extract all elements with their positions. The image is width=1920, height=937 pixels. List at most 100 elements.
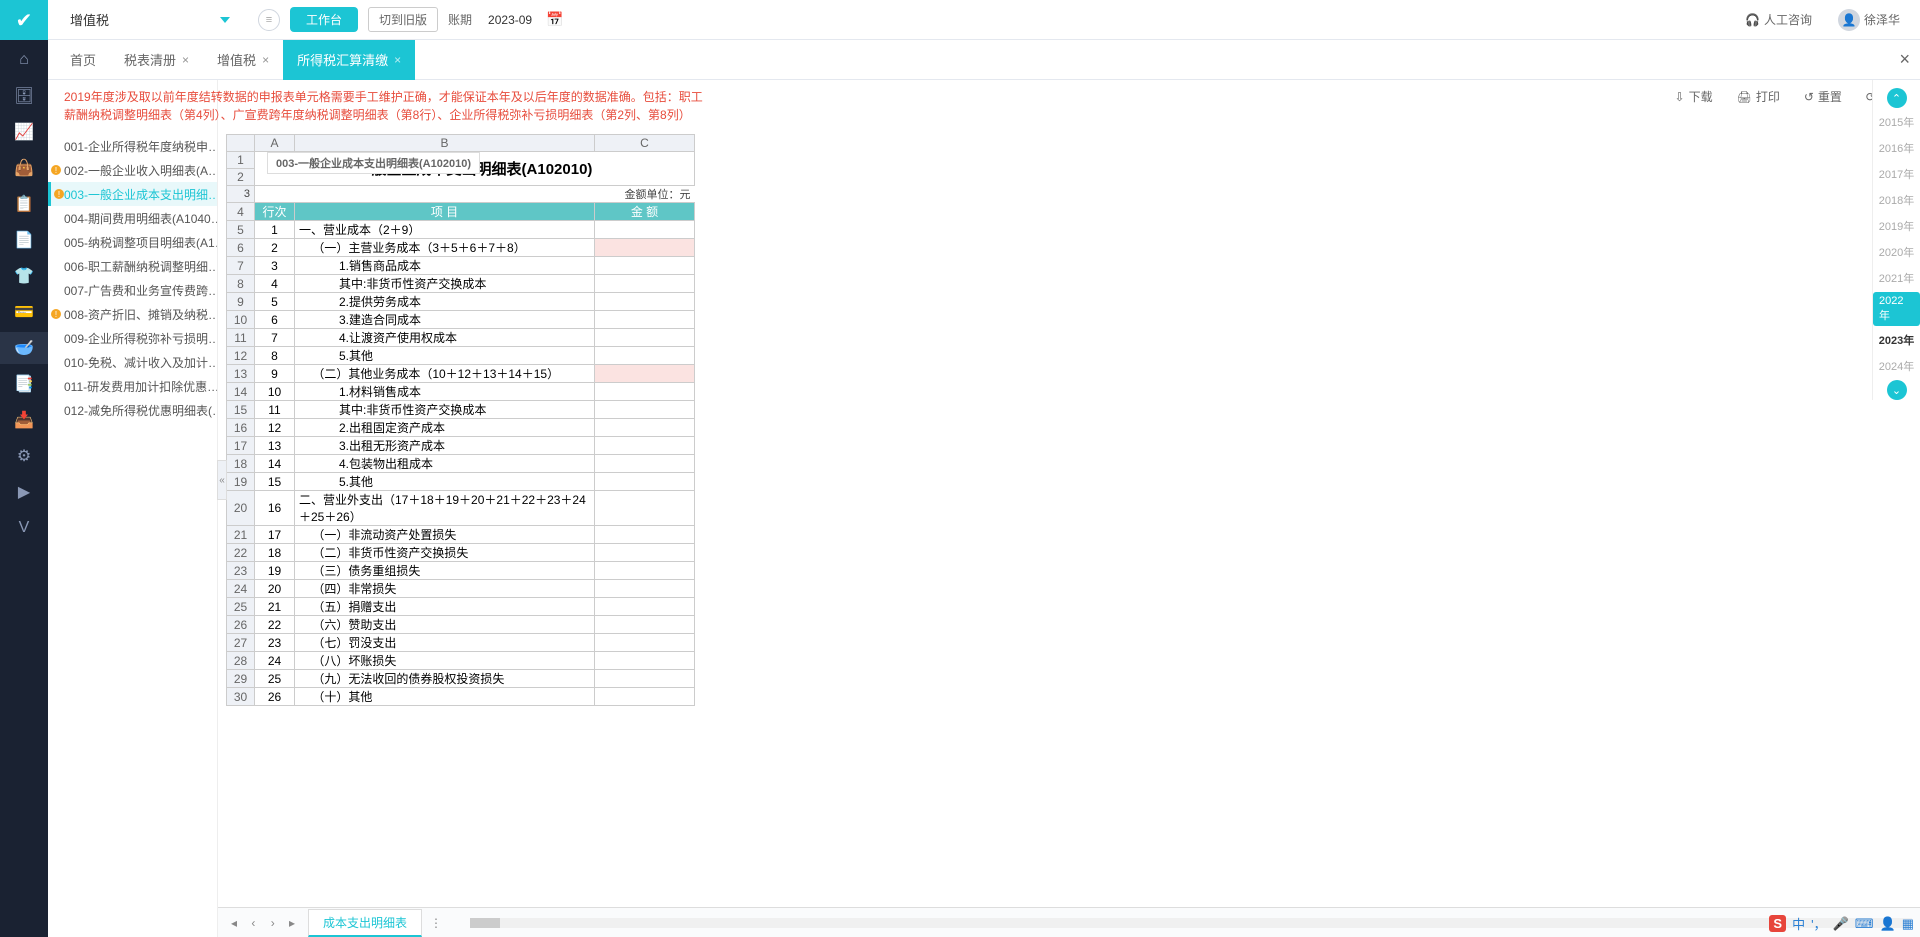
cell-amount[interactable] bbox=[595, 257, 695, 275]
row-number[interactable]: 16 bbox=[227, 419, 255, 437]
row-number[interactable]: 14 bbox=[227, 383, 255, 401]
form-list-item[interactable]: 006-职工薪酬纳税调整明细… bbox=[48, 254, 217, 278]
cell-item[interactable]: （三）债务重组损失 bbox=[295, 562, 595, 580]
support-link[interactable]: 🎧 人工咨询 bbox=[1737, 11, 1820, 28]
nav-bag-icon[interactable]: 👜 bbox=[0, 152, 48, 184]
cell-amount[interactable] bbox=[595, 275, 695, 293]
cell-line-no[interactable]: 3 bbox=[255, 257, 295, 275]
close-all-icon[interactable]: × bbox=[1899, 49, 1910, 70]
sheet-nav-next-icon[interactable]: › bbox=[265, 916, 281, 930]
year-option[interactable]: 2023年 bbox=[1879, 328, 1914, 352]
cell-item[interactable]: （十）其他 bbox=[295, 688, 595, 706]
cell-line-no[interactable]: 16 bbox=[255, 491, 295, 526]
ime-logo-icon[interactable]: S bbox=[1769, 915, 1786, 932]
cell-item[interactable]: （六）赞助支出 bbox=[295, 616, 595, 634]
nav-v-icon[interactable]: V bbox=[0, 512, 48, 544]
cell-line-no[interactable]: 12 bbox=[255, 419, 295, 437]
cell-line-no[interactable]: 6 bbox=[255, 311, 295, 329]
cell-item[interactable]: 二、营业外支出（17＋18＋19＋20＋21＋22＋23＋24＋25＋26） bbox=[295, 491, 595, 526]
cell-item[interactable]: （七）罚没支出 bbox=[295, 634, 595, 652]
cell-amount[interactable] bbox=[595, 634, 695, 652]
row-number[interactable]: 20 bbox=[227, 491, 255, 526]
cell-item[interactable]: 3.出租无形资产成本 bbox=[295, 437, 595, 455]
cell-line-no[interactable]: 15 bbox=[255, 473, 295, 491]
cell-amount[interactable] bbox=[595, 437, 695, 455]
tab-首页[interactable]: 首页 bbox=[56, 40, 110, 80]
cell-line-no[interactable]: 8 bbox=[255, 347, 295, 365]
row-number[interactable]: 24 bbox=[227, 580, 255, 598]
cell-line-no[interactable]: 2 bbox=[255, 239, 295, 257]
cell-line-no[interactable]: 26 bbox=[255, 688, 295, 706]
collapse-handle[interactable]: « bbox=[217, 460, 227, 500]
year-option[interactable]: 2017年 bbox=[1879, 162, 1914, 186]
row-number[interactable]: 13 bbox=[227, 365, 255, 383]
tab-所得税汇算清缴[interactable]: 所得税汇算清缴× bbox=[283, 40, 415, 80]
cell-item[interactable]: 5.其他 bbox=[295, 473, 595, 491]
cell-amount[interactable] bbox=[595, 491, 695, 526]
cell-amount[interactable] bbox=[595, 598, 695, 616]
nav-chart-icon[interactable]: 📈 bbox=[0, 116, 48, 148]
horizontal-scrollbar[interactable] bbox=[470, 918, 1912, 928]
cell-line-no[interactable]: 20 bbox=[255, 580, 295, 598]
row-number[interactable]: 17 bbox=[227, 437, 255, 455]
sheet-nav-first-icon[interactable]: ◂ bbox=[226, 916, 242, 930]
cell-line-no[interactable]: 10 bbox=[255, 383, 295, 401]
row-number[interactable]: 28 bbox=[227, 652, 255, 670]
ime-grid-icon[interactable]: ▦ bbox=[1902, 916, 1914, 932]
cell-amount[interactable] bbox=[595, 670, 695, 688]
cell-amount[interactable] bbox=[595, 580, 695, 598]
year-option[interactable]: 2018年 bbox=[1879, 188, 1914, 212]
row-number[interactable]: 26 bbox=[227, 616, 255, 634]
ime-person-icon[interactable]: 👤 bbox=[1880, 916, 1896, 932]
form-list-item[interactable]: 009-企业所得税弥补亏损明… bbox=[48, 326, 217, 350]
cell-item[interactable]: （八）坏账损失 bbox=[295, 652, 595, 670]
nav-gear-icon[interactable]: ⚙ bbox=[0, 440, 48, 472]
cell-amount[interactable] bbox=[595, 293, 695, 311]
year-option[interactable]: 2022年 bbox=[1873, 292, 1920, 326]
form-list-item[interactable]: 003-一般企业成本支出明细… bbox=[48, 182, 217, 206]
sheet-tab-active[interactable]: 成本支出明细表 bbox=[308, 909, 422, 937]
cell-line-no[interactable]: 18 bbox=[255, 544, 295, 562]
cell-item[interactable]: 4.包装物出租成本 bbox=[295, 455, 595, 473]
nav-clipboard-icon[interactable]: 📋 bbox=[0, 188, 48, 220]
cell-amount[interactable] bbox=[595, 383, 695, 401]
cell-amount[interactable] bbox=[595, 365, 695, 383]
ime-keyboard-icon[interactable]: ⌨ bbox=[1855, 916, 1874, 932]
cell-item[interactable]: （一）非流动资产处置损失 bbox=[295, 526, 595, 544]
sheet-nav-prev-icon[interactable]: ‹ bbox=[245, 916, 261, 930]
cell-item[interactable]: 其中:非货币性资产交换成本 bbox=[295, 401, 595, 419]
nav-doc-icon[interactable]: 📄 bbox=[0, 224, 48, 256]
form-list-item[interactable]: 008-资产折旧、摊销及纳税… bbox=[48, 302, 217, 326]
cell-amount[interactable] bbox=[595, 401, 695, 419]
cell-item[interactable]: （五）捐赠支出 bbox=[295, 598, 595, 616]
cell-item[interactable]: 1.材料销售成本 bbox=[295, 383, 595, 401]
cell-amount[interactable] bbox=[595, 329, 695, 347]
nav-card-icon[interactable]: 💳 bbox=[0, 296, 48, 328]
row-number[interactable]: 12 bbox=[227, 347, 255, 365]
year-down-icon[interactable]: ⌄ bbox=[1887, 380, 1907, 400]
row-number[interactable]: 6 bbox=[227, 239, 255, 257]
cell-amount[interactable] bbox=[595, 652, 695, 670]
cell-amount[interactable] bbox=[595, 311, 695, 329]
cell-item[interactable]: 5.其他 bbox=[295, 347, 595, 365]
cell-item[interactable]: （九）无法收回的债券股权投资损失 bbox=[295, 670, 595, 688]
cell-line-no[interactable]: 9 bbox=[255, 365, 295, 383]
row-number[interactable]: 8 bbox=[227, 275, 255, 293]
cell-item[interactable]: （二）其他业务成本（10＋12＋13＋14＋15） bbox=[295, 365, 595, 383]
doc-icon[interactable]: ≡ bbox=[258, 9, 280, 31]
sheet-nav-last-icon[interactable]: ▸ bbox=[284, 916, 300, 930]
nav-home-icon[interactable]: ⌂ bbox=[0, 44, 48, 76]
nav-file-icon[interactable]: 📑 bbox=[0, 368, 48, 400]
row-number[interactable]: 9 bbox=[227, 293, 255, 311]
tab-close-icon[interactable]: × bbox=[262, 53, 269, 67]
cell-amount[interactable] bbox=[595, 419, 695, 437]
user-menu[interactable]: 👤 徐泽华 bbox=[1830, 9, 1908, 31]
tab-close-icon[interactable]: × bbox=[394, 53, 401, 67]
year-up-icon[interactable]: ⌃ bbox=[1887, 88, 1907, 108]
col-header-b[interactable]: B bbox=[295, 135, 595, 152]
cell-line-no[interactable]: 21 bbox=[255, 598, 295, 616]
ime-lang[interactable]: 中 bbox=[1792, 914, 1805, 933]
tab-增值税[interactable]: 增值税× bbox=[203, 40, 283, 80]
year-option[interactable]: 2021年 bbox=[1879, 266, 1914, 290]
year-option[interactable]: 2015年 bbox=[1879, 110, 1914, 134]
